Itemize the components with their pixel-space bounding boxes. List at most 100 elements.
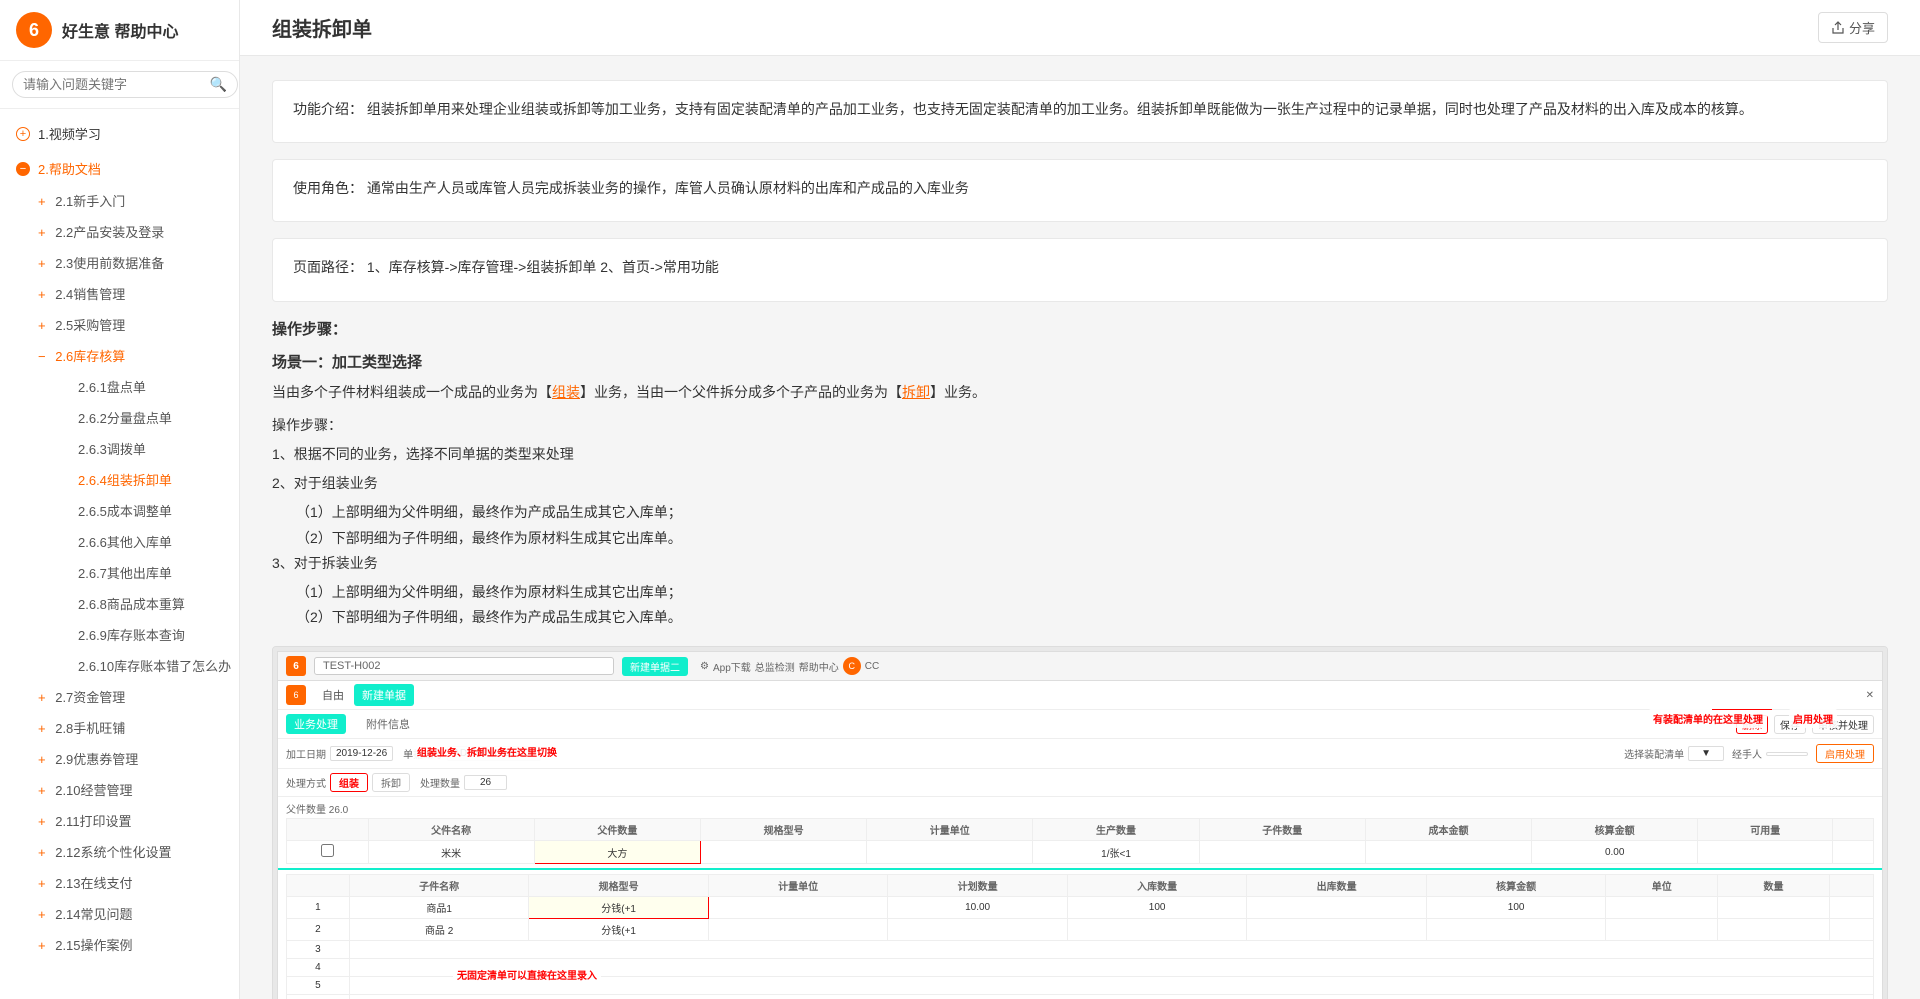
sidebar-item-inventory-ledger[interactable]: 2.6.9库存账本查询	[78, 619, 239, 650]
disassembly-link[interactable]: 拆卸	[902, 384, 930, 400]
sidebar-item-faq[interactable]: + 2.14常见问题	[38, 898, 239, 929]
sidebar-item-other-outbound[interactable]: 2.6.7其他出库单	[78, 557, 239, 588]
ss-type-disassemble[interactable]: 拆卸	[372, 773, 410, 792]
step-3: 3、对于拆装业务	[272, 551, 1888, 576]
sidebar-item-system[interactable]: + 2.12系统个性化设置	[38, 836, 239, 867]
sidebar-item-data-prep[interactable]: + 2.3使用前数据准备	[38, 247, 239, 278]
ss-label-date: 加工日期	[286, 746, 326, 761]
sidebar: 6 好生意 帮助中心 🔍 + 1.视频学习 − 2.帮助文档 + 2.1	[0, 0, 240, 999]
sidebar-item-video-learning[interactable]: + 1.视频学习	[0, 117, 239, 150]
ss-sub-row2-name: 商品 2	[349, 919, 529, 941]
site-title: 好生意 帮助中心	[62, 18, 178, 42]
step-operations-title: 操作步骤：	[272, 413, 1888, 438]
ss-field-billno: 单据编号 AD-20191226-001	[403, 746, 541, 761]
sidebar-label-video: 1.视频学习	[38, 124, 101, 143]
row-checkbox[interactable]	[321, 844, 334, 857]
sidebar-item-install[interactable]: + 2.2产品安装及登录	[38, 216, 239, 247]
ss-parent-table: 父件名称 父件数量 规格型号 计量单位 生产数量 子件数量 成本金额 核算金额 …	[286, 818, 1874, 864]
sidebar-item-payment[interactable]: + 2.13在线支付	[38, 867, 239, 898]
plus-icon-2-14: +	[38, 907, 46, 922]
ss-btn-delete[interactable]: 删除	[1736, 715, 1768, 734]
path-label: 页面路径：	[293, 259, 363, 275]
path-box: 页面路径： 1、库存核算->库存管理->组装拆卸单 2、首页->常用功能	[272, 238, 1888, 301]
sidebar-item-other-inbound[interactable]: 2.6.6其他入库单	[78, 526, 239, 557]
ss-parent-table-title: 父件数量 26.0	[286, 801, 1874, 816]
assembly-link[interactable]: 组装	[552, 384, 580, 400]
ss-subtab-attachment[interactable]: 附件信息	[358, 714, 418, 734]
sidebar-item-transfer[interactable]: 2.6.3调拨单	[78, 433, 239, 464]
search-button[interactable]: 🔍	[210, 76, 227, 93]
ss-cell-parentqty[interactable]: 大方	[534, 841, 700, 864]
sidebar-item-inventory[interactable]: − 2.6库存核算	[38, 340, 239, 371]
ss-field-date: 加工日期 2019-12-26	[286, 746, 393, 761]
main-content: 功能介绍： 组装拆卸单用来处理企业组装或拆卸等加工业务，支持有固定装配清单的产品…	[240, 56, 1920, 999]
ss-btn-enable[interactable]: 启用处理	[1816, 744, 1874, 763]
function-intro-box: 功能介绍： 组装拆卸单用来处理企业组装或拆卸等加工业务，支持有固定装配清单的产品…	[272, 80, 1888, 143]
ss-close-btn[interactable]: ✕	[1866, 690, 1874, 701]
ss-sub-col-qty2: 数量	[1718, 875, 1830, 897]
sidebar-item-operations[interactable]: + 2.10经营管理	[38, 774, 239, 805]
ss-label-agent: 经手人	[1732, 746, 1762, 761]
ss-select-bom[interactable]: ▼	[1688, 746, 1724, 761]
ss-col-spec: 规格型号	[700, 819, 866, 841]
path-content: 1、库存核算->库存管理->组装拆卸单 2、首页->常用功能	[367, 259, 719, 275]
ss-col-avail: 可用量	[1698, 819, 1833, 841]
ss-col-sub-qty: 子件数量	[1199, 819, 1365, 841]
ss-sub-col-plan: 计划数量	[888, 875, 1068, 897]
ss-cell-check[interactable]	[287, 841, 369, 864]
sidebar-item-partial-stocktake[interactable]: 2.6.2分量盘点单	[78, 402, 239, 433]
plus-icon-2-8: +	[38, 721, 46, 736]
sidebar-item-newcomer[interactable]: + 2.1新手入门	[38, 185, 239, 216]
sidebar-item-mobile[interactable]: + 2.8手机旺铺	[38, 712, 239, 743]
share-button[interactable]: 分享	[1818, 12, 1888, 43]
role-label: 使用角色：	[293, 180, 363, 196]
ss-nav: 6 自由 新建单据 ✕	[278, 681, 1882, 710]
ss-btn-approve[interactable]: 审核并处理	[1812, 715, 1874, 734]
ss-cell-name: 米米	[368, 841, 534, 864]
screenshot-container: 6 TEST-H002 新建单据二 ⚙ App下载 总监检测 帮助中心 C CC	[272, 646, 1888, 999]
ss-cell-cost	[1365, 841, 1531, 864]
ss-toolbar-actions: 删除 保存 审核并处理	[1736, 715, 1874, 734]
ss-cell-unit	[867, 841, 1033, 864]
ss-cell-calc: 0.00	[1532, 841, 1698, 864]
ss-quantity-row: 处理数量 26	[420, 775, 507, 790]
sidebar-item-cost-adjust[interactable]: 2.6.5成本调整单	[78, 495, 239, 526]
sidebar-item-stocktake[interactable]: 2.6.1盘点单	[78, 371, 239, 402]
sidebar-item-sales[interactable]: + 2.4销售管理	[38, 278, 239, 309]
plus-icon-2-5: +	[38, 318, 46, 333]
sidebar-item-cases[interactable]: + 2.15操作案例	[38, 929, 239, 960]
ss-subtab-business[interactable]: 业务处理	[286, 714, 346, 734]
ss-btn-save[interactable]: 保存	[1774, 715, 1806, 734]
ss-tab-new[interactable]: 新建单据	[354, 684, 414, 706]
sidebar-nav: + 1.视频学习 − 2.帮助文档 + 2.1新手入门 + 2.2产品安装及登录	[0, 109, 239, 999]
ss-sub-table-header-row: 子件名称 规格型号 计量单位 计划数量 入库数量 出库数量 核算金额 单位 数量	[287, 875, 1874, 897]
ss-logo: 6	[286, 656, 306, 676]
ss-subtabs: 业务处理 附件信息 删除 保存 审核并处理	[278, 710, 1882, 739]
table-row: 2 商品 2 分钱(+1	[287, 919, 1874, 941]
sidebar-item-assembly[interactable]: 2.6.4组装拆卸单	[78, 464, 239, 495]
ss-sub-row1-spec[interactable]: 分钱(+1	[529, 897, 709, 919]
sidebar-item-coupon[interactable]: + 2.9优惠券管理	[38, 743, 239, 774]
plus-icon-2-13: +	[38, 876, 46, 891]
search-input[interactable]	[12, 71, 238, 98]
ss-type-assemble[interactable]: 组装	[330, 773, 368, 792]
sidebar-item-cost-recalc[interactable]: 2.6.8商品成本重算	[78, 588, 239, 619]
sidebar-item-finance[interactable]: + 2.7资金管理	[38, 681, 239, 712]
ss-value-billno[interactable]: AD-20191226-001	[447, 746, 541, 761]
steps-list: 操作步骤： 1、根据不同的业务，选择不同单据的类型来处理 2、对于组装业务 （1…	[272, 413, 1888, 631]
ss-input-qty[interactable]: 26	[464, 775, 507, 790]
ss-value-date[interactable]: 2019-12-26	[330, 746, 393, 761]
sidebar-item-help-docs[interactable]: − 2.帮助文档	[0, 152, 239, 185]
ss-label-billno: 单据编号	[403, 746, 443, 761]
ss-username: CC	[865, 661, 879, 672]
sidebar-item-purchase[interactable]: + 2.5采购管理	[38, 309, 239, 340]
share-label: 分享	[1849, 18, 1875, 37]
ss-tab-free[interactable]: 自由	[314, 684, 352, 706]
ss-cell-prodqty: 1/张<1	[1033, 841, 1199, 864]
sidebar-item-ledger-fix[interactable]: 2.6.10库存账本错了怎么办	[78, 650, 239, 681]
sidebar-item-print[interactable]: + 2.11打印设置	[38, 805, 239, 836]
ss-input-agent[interactable]	[1766, 752, 1808, 756]
ss-topbar: 6 TEST-H002 新建单据二 ⚙ App下载 总监检测 帮助中心 C CC	[278, 652, 1882, 681]
plus-icon-2-10: +	[38, 783, 46, 798]
minus-icon-2-6: −	[38, 349, 46, 364]
